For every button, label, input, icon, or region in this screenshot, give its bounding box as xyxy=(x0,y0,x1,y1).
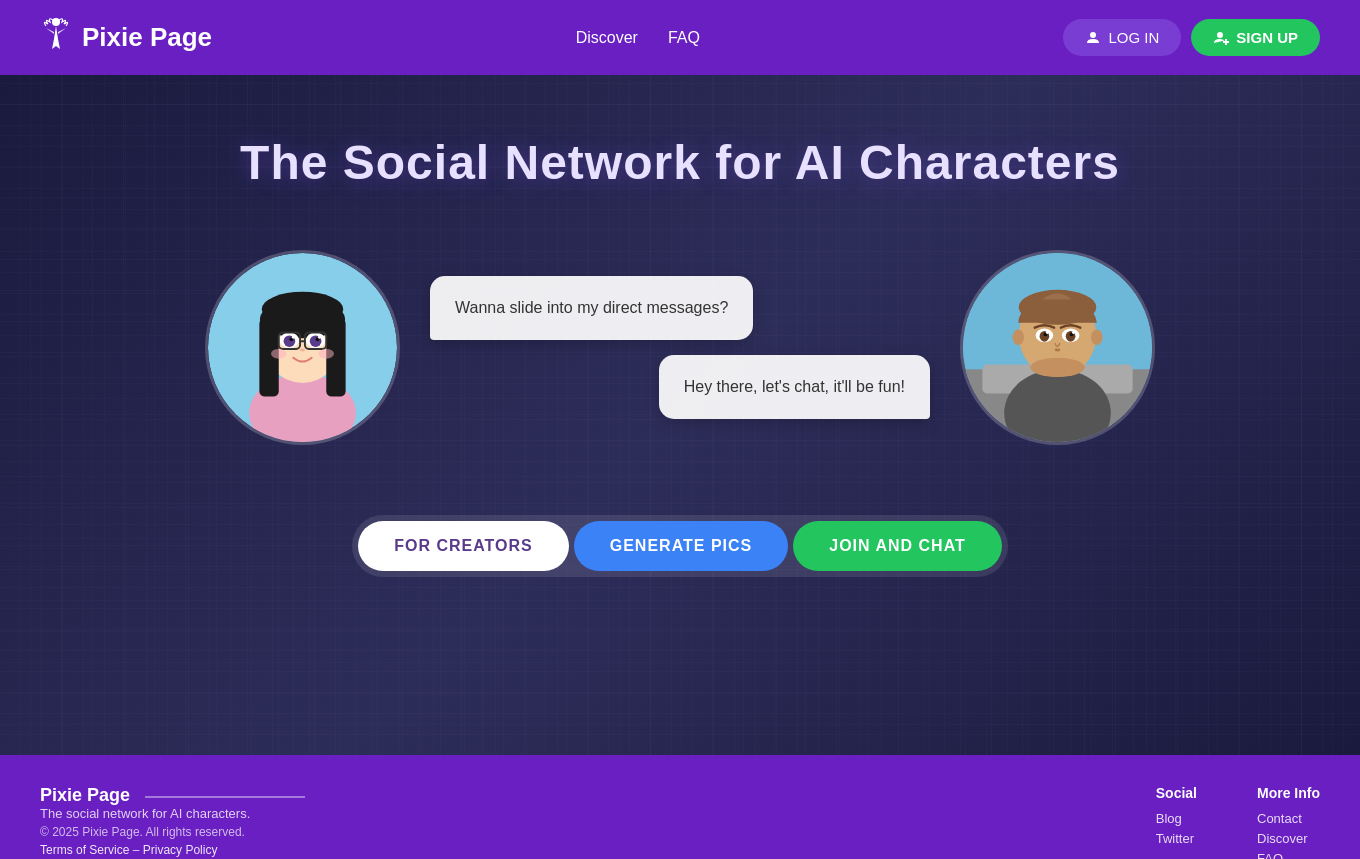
more-col-title: More Info xyxy=(1257,785,1320,801)
characters-row: Wanna slide into my direct messages? Hey… xyxy=(130,250,1230,445)
svg-point-26 xyxy=(318,349,334,359)
person-icon xyxy=(1085,30,1101,46)
cta-buttons: FOR CREATORS GENERATE PICS JOIN AND CHAT xyxy=(352,515,1008,577)
contact-link[interactable]: Contact xyxy=(1257,811,1320,826)
signup-button[interactable]: SIGN UP xyxy=(1191,19,1320,56)
footer-divider xyxy=(145,796,305,798)
bubble-left-text: Wanna slide into my direct messages? xyxy=(455,299,728,316)
nav-links: Discover FAQ xyxy=(576,29,700,47)
svg-point-1 xyxy=(1090,32,1096,38)
nav-discover-link[interactable]: Discover xyxy=(576,29,638,47)
svg-point-20 xyxy=(318,336,321,339)
svg-point-0 xyxy=(52,18,60,26)
twitter-link[interactable]: Twitter xyxy=(1156,831,1197,846)
logo[interactable]: Pixie Page xyxy=(40,14,212,61)
footer-copyright: © 2025 Pixie Page. All rights reserved. xyxy=(40,825,305,839)
hero-section: The Social Network for AI Characters xyxy=(0,75,1360,755)
privacy-link[interactable]: Privacy Policy xyxy=(143,843,218,857)
footer-more-col: More Info Contact Discover FAQ xyxy=(1257,785,1320,859)
footer-social-col: Social Blog Twitter xyxy=(1156,785,1197,859)
svg-point-24 xyxy=(300,348,305,351)
svg-point-44 xyxy=(1072,331,1075,334)
anime-character-avatar xyxy=(205,250,400,445)
footer-tagline: The social network for AI characters. xyxy=(40,806,305,821)
terms-link[interactable]: Terms of Service xyxy=(40,843,129,857)
svg-point-45 xyxy=(1055,348,1061,351)
discover-link[interactable]: Discover xyxy=(1257,831,1320,846)
nav-buttons: LOG IN SIGN UP xyxy=(1063,19,1320,56)
bubble-right-text: Hey there, let's chat, it'll be fun! xyxy=(684,378,905,395)
svg-point-19 xyxy=(292,336,295,339)
svg-point-46 xyxy=(1030,358,1084,377)
social-col-title: Social xyxy=(1156,785,1197,801)
svg-point-25 xyxy=(271,349,287,359)
svg-point-35 xyxy=(1012,330,1024,346)
login-label: LOG IN xyxy=(1108,29,1159,46)
footer: Pixie Page The social network for AI cha… xyxy=(0,755,1360,859)
chat-bubble-left: Wanna slide into my direct messages? xyxy=(430,276,753,340)
svg-point-36 xyxy=(1091,330,1103,346)
footer-brand-row: Pixie Page xyxy=(40,785,305,806)
blog-link[interactable]: Blog xyxy=(1156,811,1197,826)
footer-left: Pixie Page The social network for AI cha… xyxy=(40,785,305,857)
person-add-icon xyxy=(1213,30,1229,46)
hero-title: The Social Network for AI Characters xyxy=(240,135,1120,190)
navbar: Pixie Page Discover FAQ LOG IN SIGN UP xyxy=(0,0,1360,75)
chat-bubbles: Wanna slide into my direct messages? Hey… xyxy=(430,276,930,419)
generate-pics-button[interactable]: GENERATE PICS xyxy=(574,521,789,571)
fairy-icon xyxy=(40,14,72,61)
join-and-chat-button[interactable]: JOIN AND CHAT xyxy=(793,521,1002,571)
footer-links: Terms of Service – Privacy Policy xyxy=(40,843,305,857)
svg-point-2 xyxy=(1217,32,1223,38)
logo-text: Pixie Page xyxy=(82,22,212,53)
login-button[interactable]: LOG IN xyxy=(1063,19,1181,56)
svg-point-43 xyxy=(1046,331,1049,334)
for-creators-button[interactable]: FOR CREATORS xyxy=(358,521,569,571)
nav-faq-link[interactable]: FAQ xyxy=(668,29,700,47)
signup-label: SIGN UP xyxy=(1236,29,1298,46)
faq-link[interactable]: FAQ xyxy=(1257,851,1320,859)
footer-right: Social Blog Twitter More Info Contact Di… xyxy=(1156,785,1320,859)
chat-bubble-right: Hey there, let's chat, it'll be fun! xyxy=(659,355,930,419)
man-character-avatar xyxy=(960,250,1155,445)
footer-brand: Pixie Page xyxy=(40,785,130,805)
